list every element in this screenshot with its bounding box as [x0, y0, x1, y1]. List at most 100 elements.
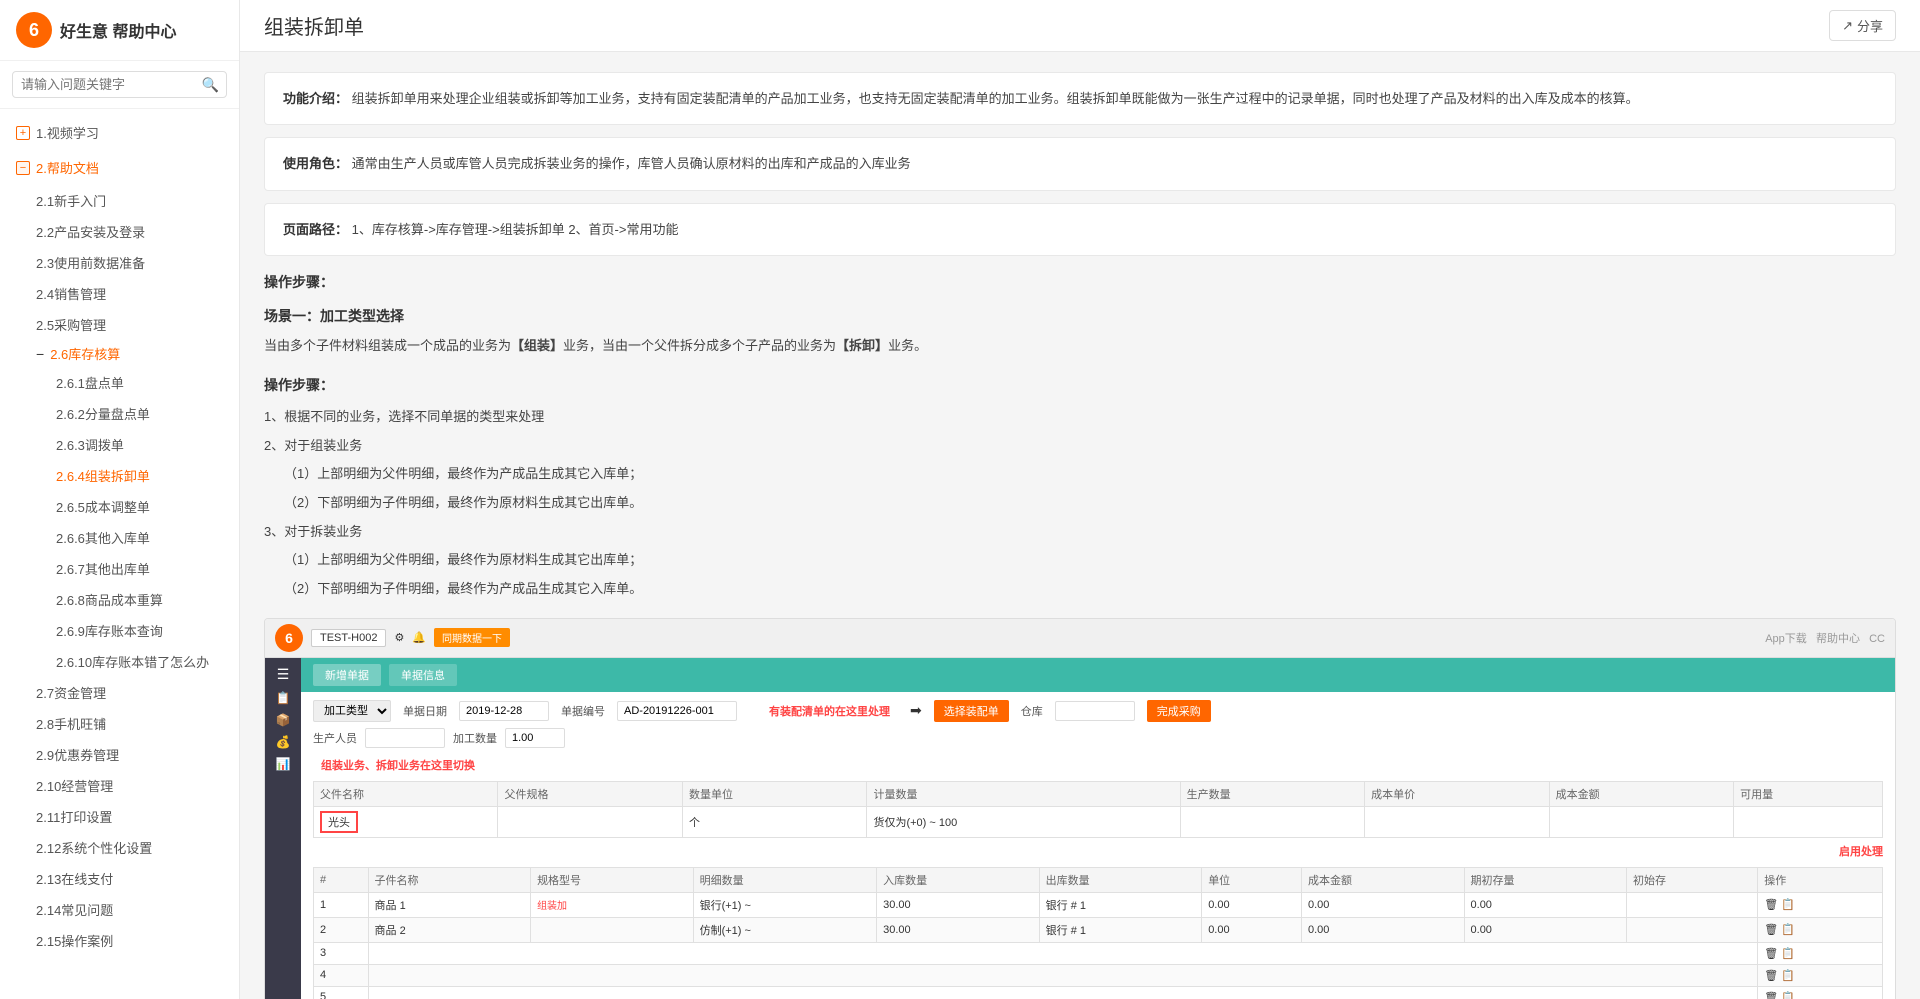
mock-app-topbar: 6 TEST-H002 ⚙ 🔔 同期数据一下 App下载 帮助中心 CC [265, 619, 1895, 658]
mock-table2: # 子件名称 规格型号 明细数量 入库数量 出库数量 单位 成本金额 [313, 867, 1883, 999]
share-icon: ↗ [1842, 18, 1853, 34]
mock-t1-c7 [1549, 806, 1733, 837]
sidebar-item-262[interactable]: 2.6.2分量盘点单 [56, 398, 239, 429]
share-button[interactable]: ↗ 分享 [1829, 10, 1896, 41]
sidebar: 6 好生意 帮助中心 🔍 + 1.视频学习 − 2.帮助文档 2.1新手入门 2… [0, 0, 240, 999]
mock-date-input[interactable] [459, 701, 549, 721]
sidebar-item-29[interactable]: 2.9优惠券管理 [36, 739, 239, 770]
mock-t2-r2c7: 0.00 [1301, 917, 1464, 942]
mock-t2-r2c9 [1627, 917, 1758, 942]
step-2-2: （2）下部明细为子件明细，最终作为原材料生成其它出库单。 [284, 491, 1896, 516]
search-icon: 🔍 [202, 76, 219, 93]
mock-t2-h8: 期初存量 [1464, 867, 1627, 892]
page-title: 组装拆卸单 [264, 11, 364, 40]
minus-icon-docs: − [16, 161, 30, 175]
mock-annotation1: 组装业务、拆卸业务在这里切换 [321, 760, 475, 772]
mock-sidebar-icon5: 📊 [276, 757, 291, 771]
sidebar-item-214[interactable]: 2.14常见问题 [36, 894, 239, 925]
sidebar-item-261[interactable]: 2.6.1盘点单 [56, 367, 239, 398]
mock-qty-label: 加工数量 [453, 730, 497, 746]
role-text: 通常由生产人员或库管人员完成拆装业务的操作，库管人员确认原材料的出库和产成品的入… [352, 156, 911, 171]
mock-t2-h6: 单位 [1202, 867, 1302, 892]
sidebar-item-24[interactable]: 2.4销售管理 [36, 278, 239, 309]
mock-sidebar-icon2: 📋 [276, 691, 291, 705]
search-box[interactable]: 🔍 [0, 61, 239, 109]
mock-tab-new[interactable]: 新增单据 [313, 664, 381, 686]
mock-t2-r2c4: 30.00 [877, 917, 1040, 942]
sidebar-item-docs-main[interactable]: − 2.帮助文档 [0, 150, 239, 185]
mock-annotation3: 启用处理 [1839, 846, 1883, 858]
sidebar-item-2610[interactable]: 2.6.10库存账本错了怎么办 [56, 646, 239, 677]
sidebar-item-264[interactable]: 2.6.4组装拆卸单 [56, 460, 239, 491]
mock-app-icons: App下载 帮助中心 CC [1765, 630, 1885, 646]
sidebar-item-video[interactable]: + 1.视频学习 [0, 115, 239, 150]
brand-name: 好生意 帮助中心 [60, 18, 176, 42]
mock-maker-input[interactable] [365, 728, 445, 748]
mock-t2-row1: 1 商品 1 组装加 银行(+1) ~ 30.00 银行 # 1 [314, 892, 1883, 917]
mock-t1-c6 [1365, 806, 1549, 837]
mock-orange-top-btn[interactable]: 同期数据一下 [434, 628, 510, 647]
path-label: 页面路径： [283, 222, 348, 237]
path-text: 1、库存核算->库存管理->组装拆卸单 2、首页->常用功能 [352, 222, 679, 237]
sidebar-item-269[interactable]: 2.6.9库存账本查询 [56, 615, 239, 646]
path-block: 页面路径： 1、库存核算->库存管理->组装拆卸单 2、首页->常用功能 [264, 203, 1896, 256]
mock-t2-r3c0: 3 [314, 942, 369, 964]
search-input[interactable] [12, 71, 227, 98]
mock-complete-btn[interactable]: 完成采购 [1147, 700, 1211, 722]
sidebar-item-265[interactable]: 2.6.5成本调整单 [56, 491, 239, 522]
sidebar-item-28[interactable]: 2.8手机旺铺 [36, 708, 239, 739]
mock-form-row1: 加工类型 组装 拆卸 单据日期 单据编号 有装配清单的在这里处理 ➡ [313, 700, 1883, 722]
mock-t2-h4: 入库数量 [877, 867, 1040, 892]
sidebar-item-267[interactable]: 2.6.7其他出库单 [56, 553, 239, 584]
sidebar-item-23[interactable]: 2.3使用前数据准备 [36, 247, 239, 278]
sidebar-item-215[interactable]: 2.15操作案例 [36, 925, 239, 956]
mock-num-input[interactable] [617, 701, 737, 721]
sidebar-item-268[interactable]: 2.6.8商品成本重算 [56, 584, 239, 615]
mock-t2-row5: 5 🗑 📋 [314, 986, 1883, 999]
scene1-title: 场景一：加工类型选择 [264, 306, 1896, 326]
mock-t2-r2c10: 🗑 📋 [1758, 917, 1883, 942]
mock-t2-h0: # [314, 867, 369, 892]
top-bar: 组装拆卸单 ↗ 分享 [240, 0, 1920, 52]
mock-t1-h4: 计量数量 [867, 781, 1180, 806]
mock-maker-label: 生产人员 [313, 730, 357, 746]
sidebar-item-video-main[interactable]: + 1.视频学习 [0, 115, 239, 150]
sidebar-item-video-label: 1.视频学习 [36, 123, 99, 142]
mock-t1-c3: 个 [682, 806, 866, 837]
mock-t1-h7: 成本金额 [1549, 781, 1733, 806]
mock-red-label1: 组装加 [537, 901, 567, 912]
mock-warehouse-input[interactable] [1055, 701, 1135, 721]
sidebar-item-212[interactable]: 2.12系统个性化设置 [36, 832, 239, 863]
mock-tab-info[interactable]: 单据信息 [389, 664, 457, 686]
mock-t2-h9: 初始存 [1627, 867, 1758, 892]
sidebar-item-21[interactable]: 2.1新手入门 [36, 185, 239, 216]
mock-t2-row3: 3 🗑 📋 [314, 942, 1883, 964]
sidebar-item-27[interactable]: 2.7资金管理 [36, 677, 239, 708]
sidebar-item-210[interactable]: 2.10经营管理 [36, 770, 239, 801]
mock-t2-r1c2: 组装加 [531, 892, 694, 917]
mock-arrow-right: ➡ [910, 702, 922, 719]
sidebar-item-211[interactable]: 2.11打印设置 [36, 801, 239, 832]
mock-t1-h2: 父件规格 [498, 781, 682, 806]
sidebar-item-266[interactable]: 2.6.6其他入库单 [56, 522, 239, 553]
logo-icon: 6 [16, 12, 52, 48]
intro-block: 功能介绍： 组装拆卸单用来处理企业组装或拆卸等加工业务，支持有固定装配清单的产品… [264, 72, 1896, 125]
mock-t2-r1c5: 银行 # 1 [1039, 892, 1202, 917]
sidebar-item-213[interactable]: 2.13在线支付 [36, 863, 239, 894]
sidebar-item-25[interactable]: 2.5采购管理 [36, 309, 239, 340]
mock-t2-r2c5: 银行 # 1 [1039, 917, 1202, 942]
mock-t2-r2c1: 商品 2 [368, 917, 531, 942]
sidebar-item-263[interactable]: 2.6.3调拨单 [56, 429, 239, 460]
sidebar-item-26-wrap[interactable]: − 2.6库存核算 [36, 344, 239, 363]
mock-annotation-highlight: 有装配清单的在这里处理 [769, 703, 890, 719]
mock-select-btn[interactable]: 选择装配单 [934, 700, 1009, 722]
mock-t2-h7: 成本金额 [1301, 867, 1464, 892]
mock-sidebar-icon3: 📦 [276, 713, 291, 727]
mock-qty-input[interactable] [505, 728, 565, 748]
share-label: 分享 [1857, 16, 1883, 35]
sidebar-item-docs[interactable]: − 2.帮助文档 2.1新手入门 2.2产品安装及登录 2.3使用前数据准备 2… [0, 150, 239, 956]
role-label: 使用角色： [283, 156, 348, 171]
sidebar-item-22[interactable]: 2.2产品安装及登录 [36, 216, 239, 247]
mock-type-select[interactable]: 加工类型 组装 拆卸 [313, 700, 391, 722]
ops-steps-title: 操作步骤： [264, 375, 1896, 395]
